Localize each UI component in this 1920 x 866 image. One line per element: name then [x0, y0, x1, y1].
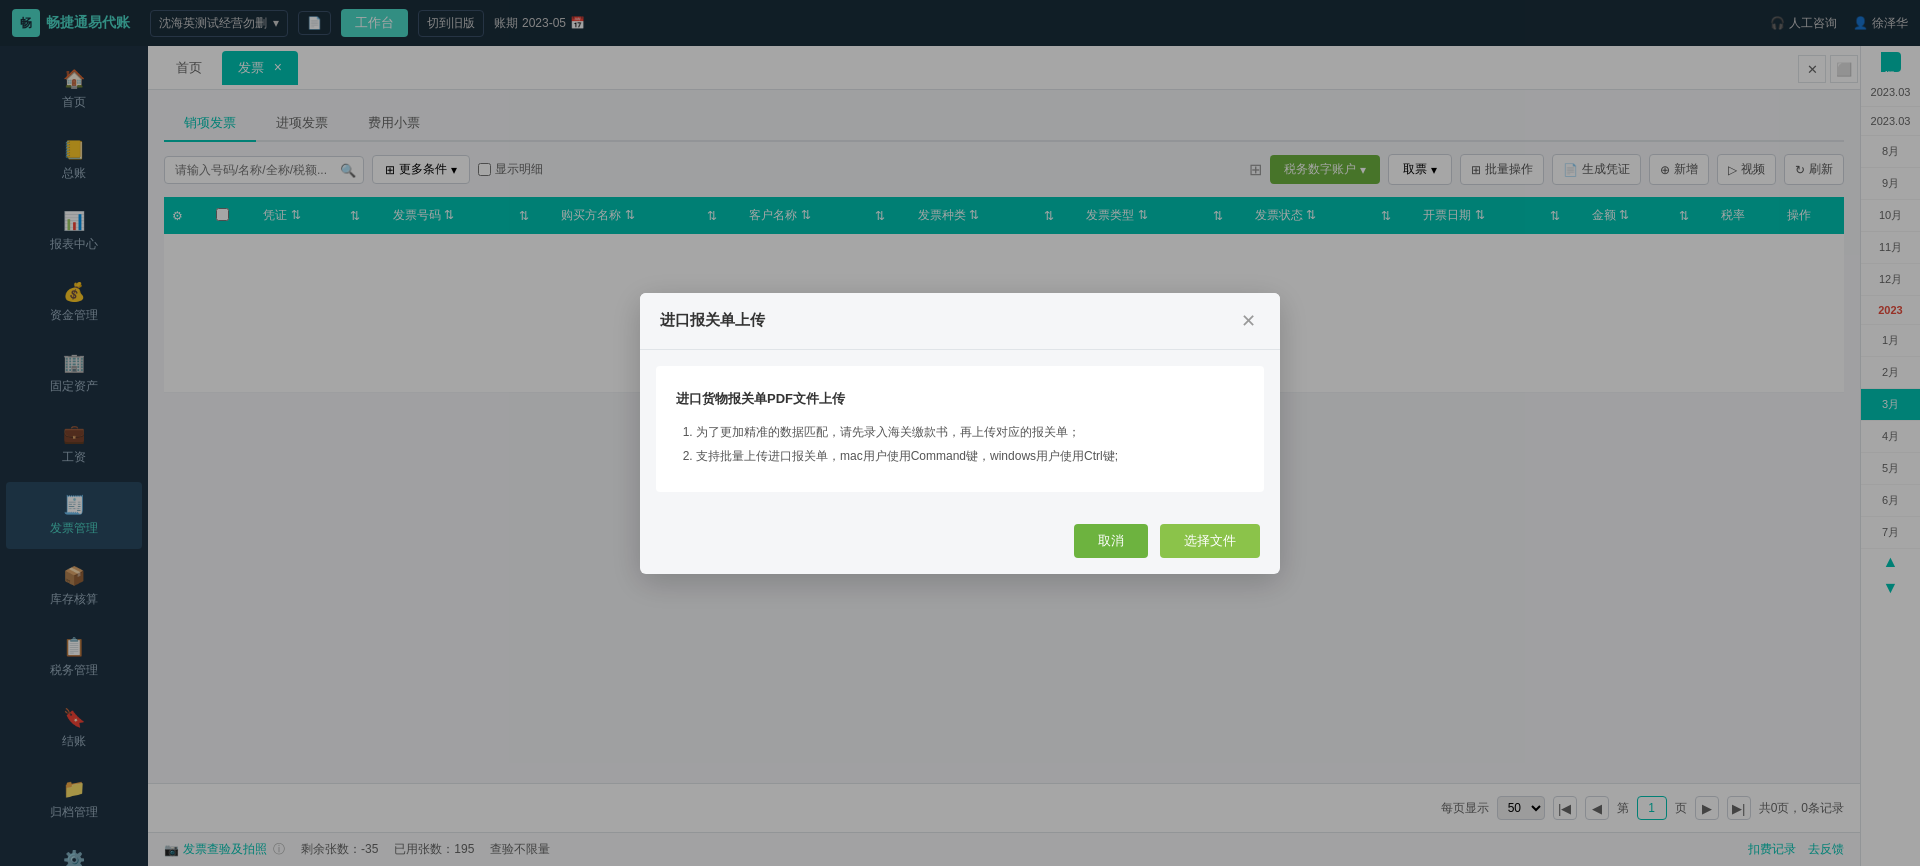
- dialog-footer: 取消 选择文件: [640, 508, 1280, 574]
- dialog-select-file-btn[interactable]: 选择文件: [1160, 524, 1260, 558]
- dialog-overlay[interactable]: 进口报关单上传 ✕ 进口货物报关单PDF文件上传 为了更加精准的数据匹配，请先录…: [0, 0, 1920, 866]
- import-dialog: 进口报关单上传 ✕ 进口货物报关单PDF文件上传 为了更加精准的数据匹配，请先录…: [640, 293, 1280, 574]
- dialog-info-item-2: 支持批量上传进口报关单，mac用户使用Command键，windows用户使用C…: [696, 444, 1244, 468]
- dialog-body: 进口货物报关单PDF文件上传 为了更加精准的数据匹配，请先录入海关缴款书，再上传…: [656, 366, 1264, 492]
- dialog-section-title: 进口货物报关单PDF文件上传: [676, 390, 1244, 408]
- dialog-title: 进口报关单上传: [660, 311, 765, 330]
- dialog-header: 进口报关单上传 ✕: [640, 293, 1280, 350]
- dialog-close-btn[interactable]: ✕: [1236, 309, 1260, 333]
- dialog-info-item-1: 为了更加精准的数据匹配，请先录入海关缴款书，再上传对应的报关单；: [696, 420, 1244, 444]
- dialog-cancel-btn[interactable]: 取消: [1074, 524, 1148, 558]
- dialog-info-list: 为了更加精准的数据匹配，请先录入海关缴款书，再上传对应的报关单； 支持批量上传进…: [676, 420, 1244, 468]
